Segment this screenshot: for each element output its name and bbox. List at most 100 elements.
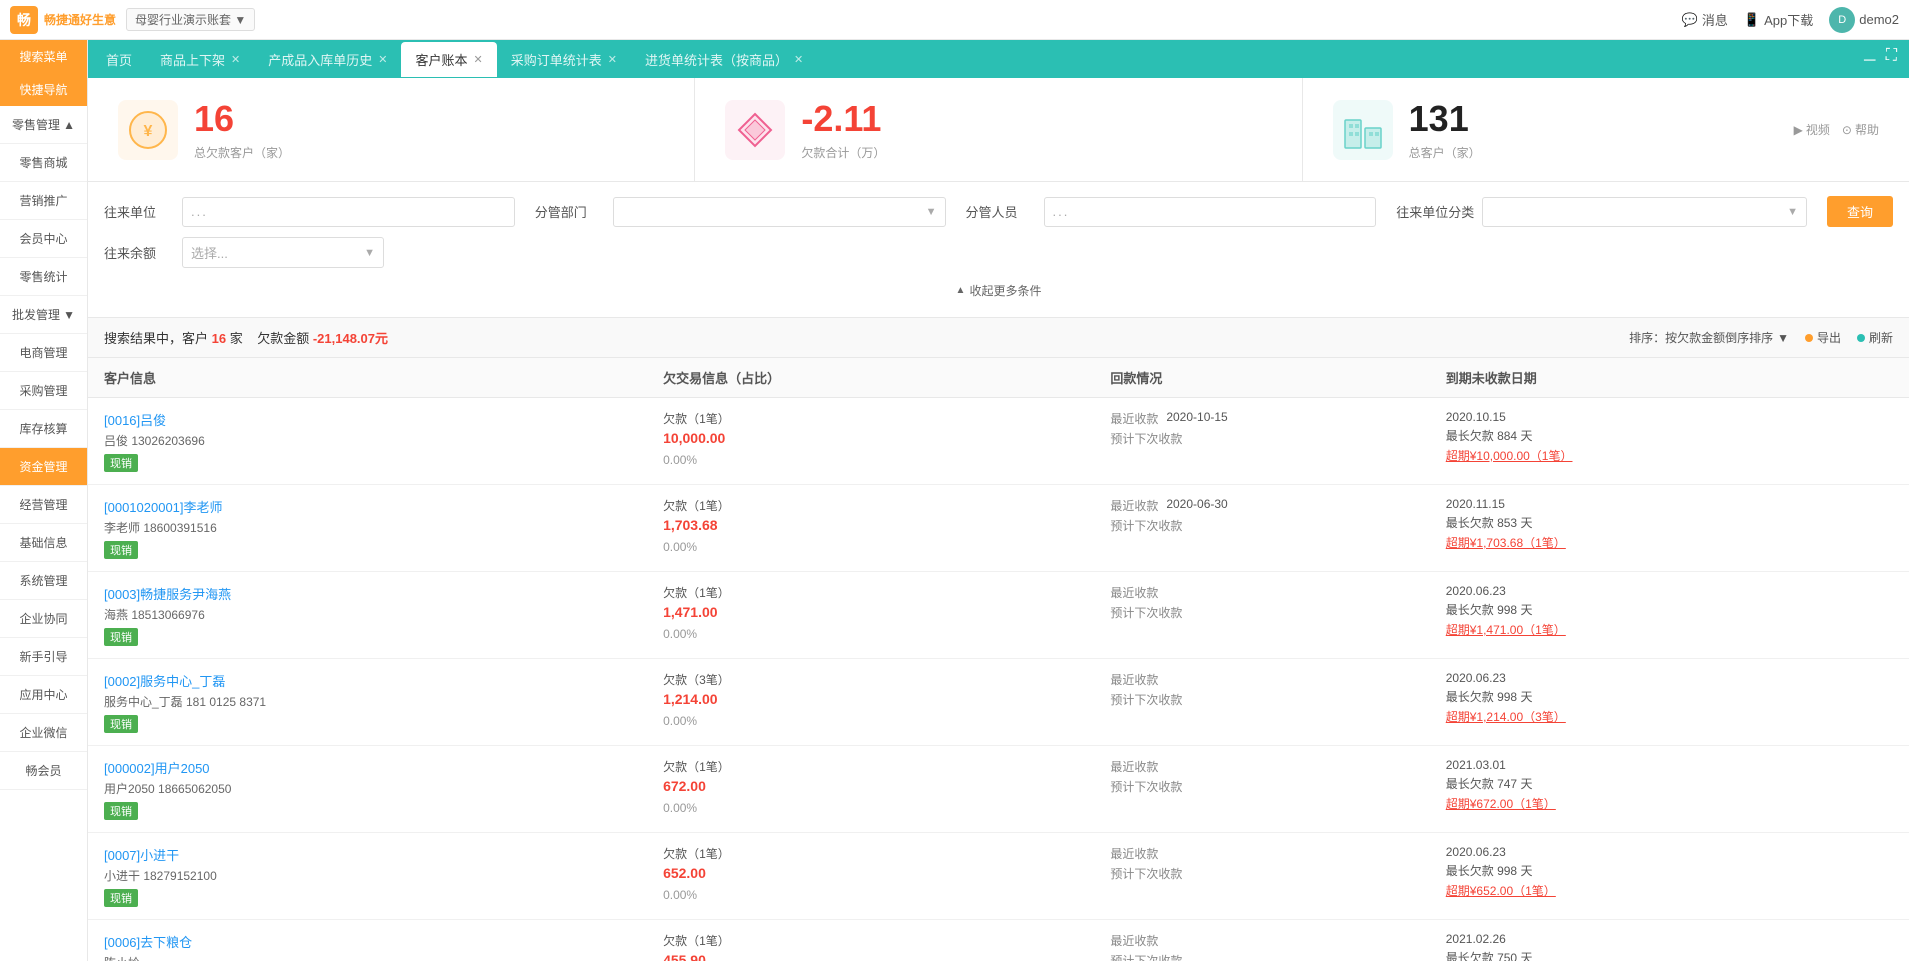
- sidebar-item-app-center[interactable]: 应用中心: [0, 676, 87, 714]
- overdue-link-5[interactable]: 超期¥672.00（1笔）: [1446, 795, 1893, 812]
- debt-amount-link-2[interactable]: 1,703.68: [663, 517, 1110, 533]
- tab-close-product-list[interactable]: ✕: [231, 53, 240, 66]
- filter-source-unit: 往来单位 ...: [104, 197, 515, 227]
- collapse-filter-btn[interactable]: ▲ 收起更多条件: [104, 278, 1893, 303]
- help-btn[interactable]: ⊙ 帮助: [1842, 121, 1879, 138]
- filter-area: 往来单位 ... 分管部门 ▼: [88, 182, 1909, 318]
- filter-balance: 往来余额 选择... ▼: [104, 237, 384, 268]
- tab-import-stats[interactable]: 进货单统计表（按商品） ✕: [631, 42, 817, 77]
- stat-card-debt-amount: -2.11 欠款合计（万）: [695, 78, 1302, 181]
- customer-name-link-1[interactable]: [0016]吕俊: [104, 410, 663, 429]
- sidebar-item-enterprise-wechat[interactable]: 企业微信: [0, 714, 87, 752]
- customer-phone-4: 服务中心_丁磊 181 0125 8371: [104, 693, 663, 710]
- sidebar-item-basic-info[interactable]: 基础信息: [0, 524, 87, 562]
- overdue-link-1[interactable]: 超期¥10,000.00（1笔）: [1446, 447, 1893, 464]
- tab-product-history[interactable]: 产成品入库单历史 ✕: [254, 42, 401, 77]
- tab-close-customer-account[interactable]: ✕: [474, 53, 483, 66]
- tab-product-list[interactable]: 商品上下架 ✕: [146, 42, 254, 77]
- tab-minimize-btn[interactable]: －: [1862, 47, 1878, 71]
- store-selector[interactable]: 母婴行业演示账套 ▼: [126, 8, 255, 31]
- sidebar-item-finance[interactable]: 资金管理: [0, 448, 87, 486]
- return-info-4: 最近收款 预计下次收款: [1110, 671, 1445, 708]
- unit-category-input[interactable]: ▼: [1482, 197, 1807, 227]
- top-bar-right: 💬 消息 📱 App下载 D demo2: [1682, 7, 1899, 33]
- filter-row-2: 往来余额 选择... ▼: [104, 237, 1893, 268]
- sidebar-item-inventory[interactable]: 库存核算: [0, 410, 87, 448]
- export-btn[interactable]: 导出: [1805, 329, 1841, 346]
- sidebar-item-ecommerce[interactable]: 电商管理: [0, 334, 87, 372]
- tab-actions: － ⛶: [1862, 47, 1905, 71]
- col-header-return: 回款情况: [1110, 368, 1445, 387]
- table-row: [0007]小进干 小进干 18279152100 现销 欠款（1笔） 652.…: [88, 833, 1909, 920]
- overdue-info-1: 2020.10.15 最长欠款 884 天 超期¥10,000.00（1笔）: [1446, 410, 1893, 464]
- quick-nav[interactable]: 快捷导航: [0, 73, 87, 106]
- sidebar-item-member-center[interactable]: 会员中心: [0, 220, 87, 258]
- total-customer-count: 131: [1409, 98, 1481, 140]
- debt-amount-link-7[interactable]: 455.90: [663, 952, 1110, 961]
- app-download-btn[interactable]: 📱 App下载: [1744, 10, 1813, 29]
- sidebar-item-retail-store[interactable]: 零售商城: [0, 144, 87, 182]
- branch-person-input[interactable]: ...: [1044, 197, 1377, 227]
- user-menu[interactable]: D demo2: [1829, 7, 1899, 33]
- sidebar-item-retail-mgmt[interactable]: 零售管理 ▲: [0, 106, 87, 144]
- tab-home[interactable]: 首页: [92, 42, 146, 77]
- tab-purchase-order[interactable]: 采购订单统计表 ✕: [497, 42, 631, 77]
- sidebar-item-retail-stats[interactable]: 零售统计: [0, 258, 87, 296]
- balance-input[interactable]: 选择... ▼: [182, 237, 384, 268]
- customer-name-link-2[interactable]: [0001020001]李老师: [104, 497, 663, 516]
- message-btn[interactable]: 💬 消息: [1682, 10, 1728, 29]
- debt-amount-link-1[interactable]: 10,000.00: [663, 430, 1110, 446]
- debt-customer-count: 16: [194, 98, 290, 140]
- video-btn[interactable]: ▶ 视频: [1794, 121, 1830, 138]
- overdue-info-6: 2020.06.23 最长欠款 998 天 超期¥652.00（1笔）: [1446, 845, 1893, 899]
- sidebar-item-system[interactable]: 系统管理: [0, 562, 87, 600]
- debt-info-4: 欠款（3笔） 1,214.00 0.00%: [663, 671, 1110, 728]
- sidebar-item-marketing[interactable]: 营销推广: [0, 182, 87, 220]
- customer-name-link-4[interactable]: [0002]服务中心_丁磊: [104, 671, 663, 690]
- debt-amount-link-4[interactable]: 1,214.00: [663, 691, 1110, 707]
- overdue-link-6[interactable]: 超期¥652.00（1笔）: [1446, 882, 1893, 899]
- stat-icon-building: [1333, 100, 1393, 160]
- debt-amount-link-5[interactable]: 672.00: [663, 778, 1110, 794]
- search-button[interactable]: 查询: [1827, 196, 1893, 227]
- sidebar-item-batch-mgmt[interactable]: 批发管理 ▼: [0, 296, 87, 334]
- col-header-debt: 欠交易信息（占比）: [663, 368, 1110, 387]
- customer-name-link-3[interactable]: [0003]畅捷服务尹海燕: [104, 584, 663, 603]
- customer-name-link-6[interactable]: [0007]小进干: [104, 845, 663, 864]
- tab-close-purchase-order[interactable]: ✕: [608, 53, 617, 66]
- debt-info-3: 欠款（1笔） 1,471.00 0.00%: [663, 584, 1110, 641]
- overdue-link-3[interactable]: 超期¥1,471.00（1笔）: [1446, 621, 1893, 638]
- sidebar: 搜索菜单 快捷导航 零售管理 ▲ 零售商城 营销推广 会员中心 零售统计 批发管…: [0, 40, 88, 961]
- source-unit-input[interactable]: ...: [182, 197, 515, 227]
- return-info-2: 最近收款 2020-06-30 预计下次收款: [1110, 497, 1445, 534]
- customer-info-4: [0002]服务中心_丁磊 服务中心_丁磊 181 0125 8371 现销: [104, 671, 663, 733]
- return-info-5: 最近收款 预计下次收款: [1110, 758, 1445, 795]
- debt-amount-link-3[interactable]: 1,471.00: [663, 604, 1110, 620]
- customer-name-link-7[interactable]: [0006]去下粮仓: [104, 932, 663, 951]
- sidebar-item-enterprise-collab[interactable]: 企业协同: [0, 600, 87, 638]
- sidebar-item-purchase-mgmt[interactable]: 采购管理: [0, 372, 87, 410]
- customer-phone-7: 陈小岭: [104, 954, 663, 961]
- sidebar-item-operations[interactable]: 经营管理: [0, 486, 87, 524]
- customer-phone-6: 小进干 18279152100: [104, 867, 663, 884]
- customer-info-5: [000002]用户2050 用户2050 18665062050 现销: [104, 758, 663, 820]
- customer-phone-2: 李老师 18600391516: [104, 519, 663, 536]
- overdue-link-2[interactable]: 超期¥1,703.68（1笔）: [1446, 534, 1893, 551]
- content-area: 首页 商品上下架 ✕ 产成品入库单历史 ✕ 客户账本 ✕ 采购订单统计表 ✕: [88, 40, 1909, 961]
- customer-name-link-5[interactable]: [000002]用户2050: [104, 758, 663, 777]
- tab-customer-account[interactable]: 客户账本 ✕: [401, 42, 496, 77]
- sort-select[interactable]: 排序：按欠款金额倒序排序 ▼: [1629, 329, 1789, 346]
- tab-maximize-btn[interactable]: ⛶: [1886, 47, 1897, 71]
- return-info-1: 最近收款 2020-10-15 预计下次收款: [1110, 410, 1445, 447]
- tab-close-import-stats[interactable]: ✕: [794, 53, 803, 66]
- tab-close-product-history[interactable]: ✕: [378, 53, 387, 66]
- sidebar-item-new-guide[interactable]: 新手引导: [0, 638, 87, 676]
- customer-tag-3: 现销: [104, 628, 138, 646]
- overdue-info-5: 2021.03.01 最长欠款 747 天 超期¥672.00（1笔）: [1446, 758, 1893, 812]
- branch-dept-input[interactable]: ▼: [613, 197, 946, 227]
- overdue-link-4[interactable]: 超期¥1,214.00（3笔）: [1446, 708, 1893, 725]
- sidebar-search[interactable]: 搜索菜单: [0, 40, 87, 73]
- refresh-btn[interactable]: 刷新: [1857, 329, 1893, 346]
- sidebar-item-super-member[interactable]: 畅会员: [0, 752, 87, 790]
- debt-amount-link-6[interactable]: 652.00: [663, 865, 1110, 881]
